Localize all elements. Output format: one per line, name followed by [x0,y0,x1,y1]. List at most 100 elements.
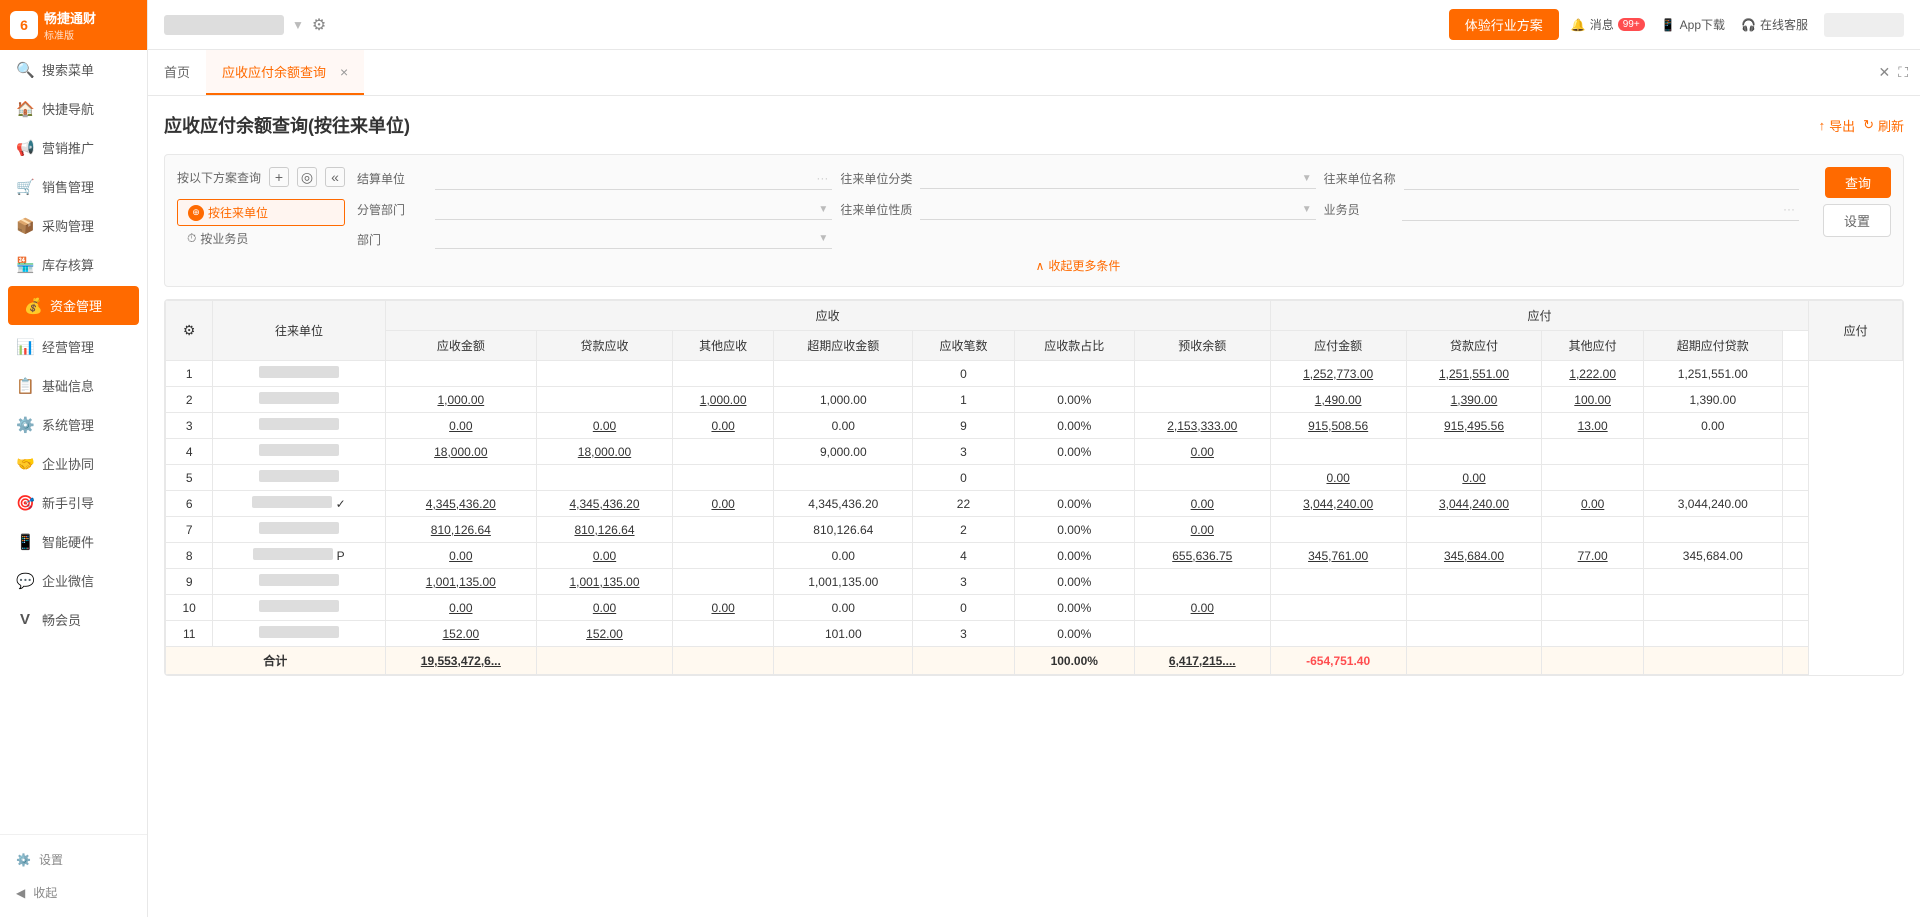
refresh-button[interactable]: ↻ 刷新 [1863,116,1904,135]
row-ap-credit[interactable]: 915,495.56 [1406,413,1542,439]
sidebar-settings-btn[interactable]: ⚙️ 设置 [0,843,147,876]
row-ar-prepay[interactable]: 0.00 [1134,595,1270,621]
row-ar-amount[interactable]: 18,000.00 [385,439,536,465]
sidebar-item-member[interactable]: V 畅会员 [0,600,147,639]
row-ar-other[interactable]: 0.00 [672,595,773,621]
row-ar-count: 0 [913,465,1014,491]
row-ar-amount[interactable]: 152.00 [385,621,536,647]
tab-close-button[interactable]: × [340,64,348,80]
close-window-icon[interactable]: ✕ [1878,64,1890,81]
row-ap-credit[interactable]: 3,044,240.00 [1406,491,1542,517]
sidebar-collapse-btn[interactable]: ◀ 收起 [0,876,147,909]
collapse-icon: ◀ [16,886,25,900]
sidebar-item-inventory[interactable]: 🏪 库存核算 [0,245,147,284]
row-ar-credit[interactable]: 152.00 [537,621,673,647]
col-settings[interactable]: ⚙ [166,301,213,361]
partner-category-select[interactable]: ▼ [920,169,1315,189]
table-row: 500.000.00 [166,465,1903,491]
row-ap-amount[interactable]: 345,761.00 [1270,543,1406,569]
user-avatar[interactable] [1824,13,1904,37]
row-ap-other[interactable]: 100.00 [1542,387,1643,413]
salesman-select[interactable]: ··· [1402,198,1799,221]
export-button[interactable]: ↑ 导出 [1819,116,1856,135]
sidebar-item-wechat[interactable]: 💬 企业微信 [0,561,147,600]
sidebar-item-sales[interactable]: 🛒 销售管理 [0,167,147,206]
row-ar-credit[interactable]: 1,001,135.00 [537,569,673,595]
dept-select[interactable]: ▼ [435,229,832,249]
scheme-partner-btn[interactable]: ⊕ 按往来单位 [177,199,345,226]
row-ar-prepay[interactable]: 655,636.75 [1134,543,1270,569]
row-ap-credit[interactable]: 1,390.00 [1406,387,1542,413]
tab-home[interactable]: 首页 [148,50,206,95]
set-button[interactable]: 设置 [1823,204,1891,237]
sidebar-item-basics[interactable]: 📋 基础信息 [0,366,147,405]
row-ap-amount[interactable]: 3,044,240.00 [1270,491,1406,517]
scheme-salesman-btn[interactable]: ⏱ 按业务员 [177,226,345,251]
row-ap-credit[interactable]: 345,684.00 [1406,543,1542,569]
online-service-btn[interactable]: 🎧 在线客服 [1741,16,1808,33]
row-ar-amount[interactable]: 0.00 [385,413,536,439]
row-ap-other[interactable]: 77.00 [1542,543,1643,569]
sidebar-item-purchase[interactable]: 📦 采购管理 [0,206,147,245]
row-ap-other[interactable]: 13.00 [1542,413,1643,439]
footer-ar-count [913,647,1014,675]
row-ar-amount[interactable]: 1,000.00 [385,387,536,413]
row-ar-credit[interactable]: 0.00 [537,543,673,569]
row-ar-overdue: 1,000.00 [774,387,913,413]
row-ar-other[interactable]: 1,000.00 [672,387,773,413]
row-ar-prepay[interactable]: 2,153,333.00 [1134,413,1270,439]
row-ap-amount[interactable]: 1,252,773.00 [1270,361,1406,387]
row-ap-credit[interactable]: 0.00 [1406,465,1542,491]
row-ar-prepay[interactable]: 0.00 [1134,439,1270,465]
row-ar-credit[interactable]: 0.00 [537,413,673,439]
footer-ar-amount[interactable]: 19,553,472,6... [385,647,536,675]
row-ar-other[interactable]: 0.00 [672,491,773,517]
fen-dept-select[interactable]: ▼ [435,200,832,220]
row-ar-amount[interactable]: 0.00 [385,595,536,621]
row-ap-other[interactable]: 0.00 [1542,491,1643,517]
row-ar-amount[interactable]: 4,345,436.20 [385,491,536,517]
sidebar-item-finance[interactable]: 💰 资金管理 [8,286,139,325]
notice-btn[interactable]: 🔔 消息 99+ [1571,16,1645,33]
row-ar-credit[interactable]: 4,345,436.20 [537,491,673,517]
row-ap-other[interactable]: 1,222.00 [1542,361,1643,387]
row-ar-prepay[interactable]: 0.00 [1134,491,1270,517]
expand-icon[interactable]: ⛶ [1898,64,1908,81]
jiesuan-unit-input[interactable]: ··· [435,167,832,190]
app-download-btn[interactable]: 📱 App下载 [1661,16,1725,33]
row-ar-other[interactable]: 0.00 [672,413,773,439]
sidebar-item-operations[interactable]: 📊 经营管理 [0,327,147,366]
sidebar-item-enterprise[interactable]: 🤝 企业协同 [0,444,147,483]
row-ar-prepay[interactable]: 0.00 [1134,517,1270,543]
sidebar-item-system[interactable]: ⚙️ 系统管理 [0,405,147,444]
row-ar-credit[interactable]: 18,000.00 [537,439,673,465]
footer-ar-prepay[interactable]: 6,417,215.... [1134,647,1270,675]
sidebar-item-hardware[interactable]: 📱 智能硬件 [0,522,147,561]
query-button[interactable]: 查询 [1825,167,1891,198]
row-ar-amount[interactable]: 1,001,135.00 [385,569,536,595]
sidebar-item-search[interactable]: 🔍 搜索菜单 [0,50,147,89]
tab-ar-ap[interactable]: 应收应付余额查询 × [206,50,364,95]
row-ap-amount[interactable]: 1,490.00 [1270,387,1406,413]
collapse-more-btn[interactable]: ∧ 收起更多条件 [1036,257,1121,274]
sidebar-item-nav[interactable]: 🏠 快捷导航 [0,89,147,128]
row-ar-credit[interactable]: 0.00 [537,595,673,621]
row-ar-amount[interactable]: 0.00 [385,543,536,569]
row-partner [213,439,385,465]
sidebar-item-guide[interactable]: 🎯 新手引导 [0,483,147,522]
row-ar-credit[interactable]: 810,126.64 [537,517,673,543]
logo-sub: 标准版 [44,27,96,42]
query-add-btn[interactable]: + [269,167,289,187]
promo-button[interactable]: 体验行业方案 [1449,9,1559,40]
sidebar-item-marketing[interactable]: 📢 营销推广 [0,128,147,167]
row-ap-credit [1406,621,1542,647]
row-ar-amount[interactable]: 810,126.64 [385,517,536,543]
partner-nature-select[interactable]: ▼ [920,200,1315,220]
partner-name-input[interactable] [1404,167,1799,190]
query-target-btn[interactable]: ◎ [297,167,317,187]
query-back-btn[interactable]: « [325,167,345,187]
row-ap-amount[interactable]: 915,508.56 [1270,413,1406,439]
row-ap-credit[interactable]: 1,251,551.00 [1406,361,1542,387]
gear-settings-icon[interactable]: ⚙ [312,15,326,35]
row-ap-amount[interactable]: 0.00 [1270,465,1406,491]
